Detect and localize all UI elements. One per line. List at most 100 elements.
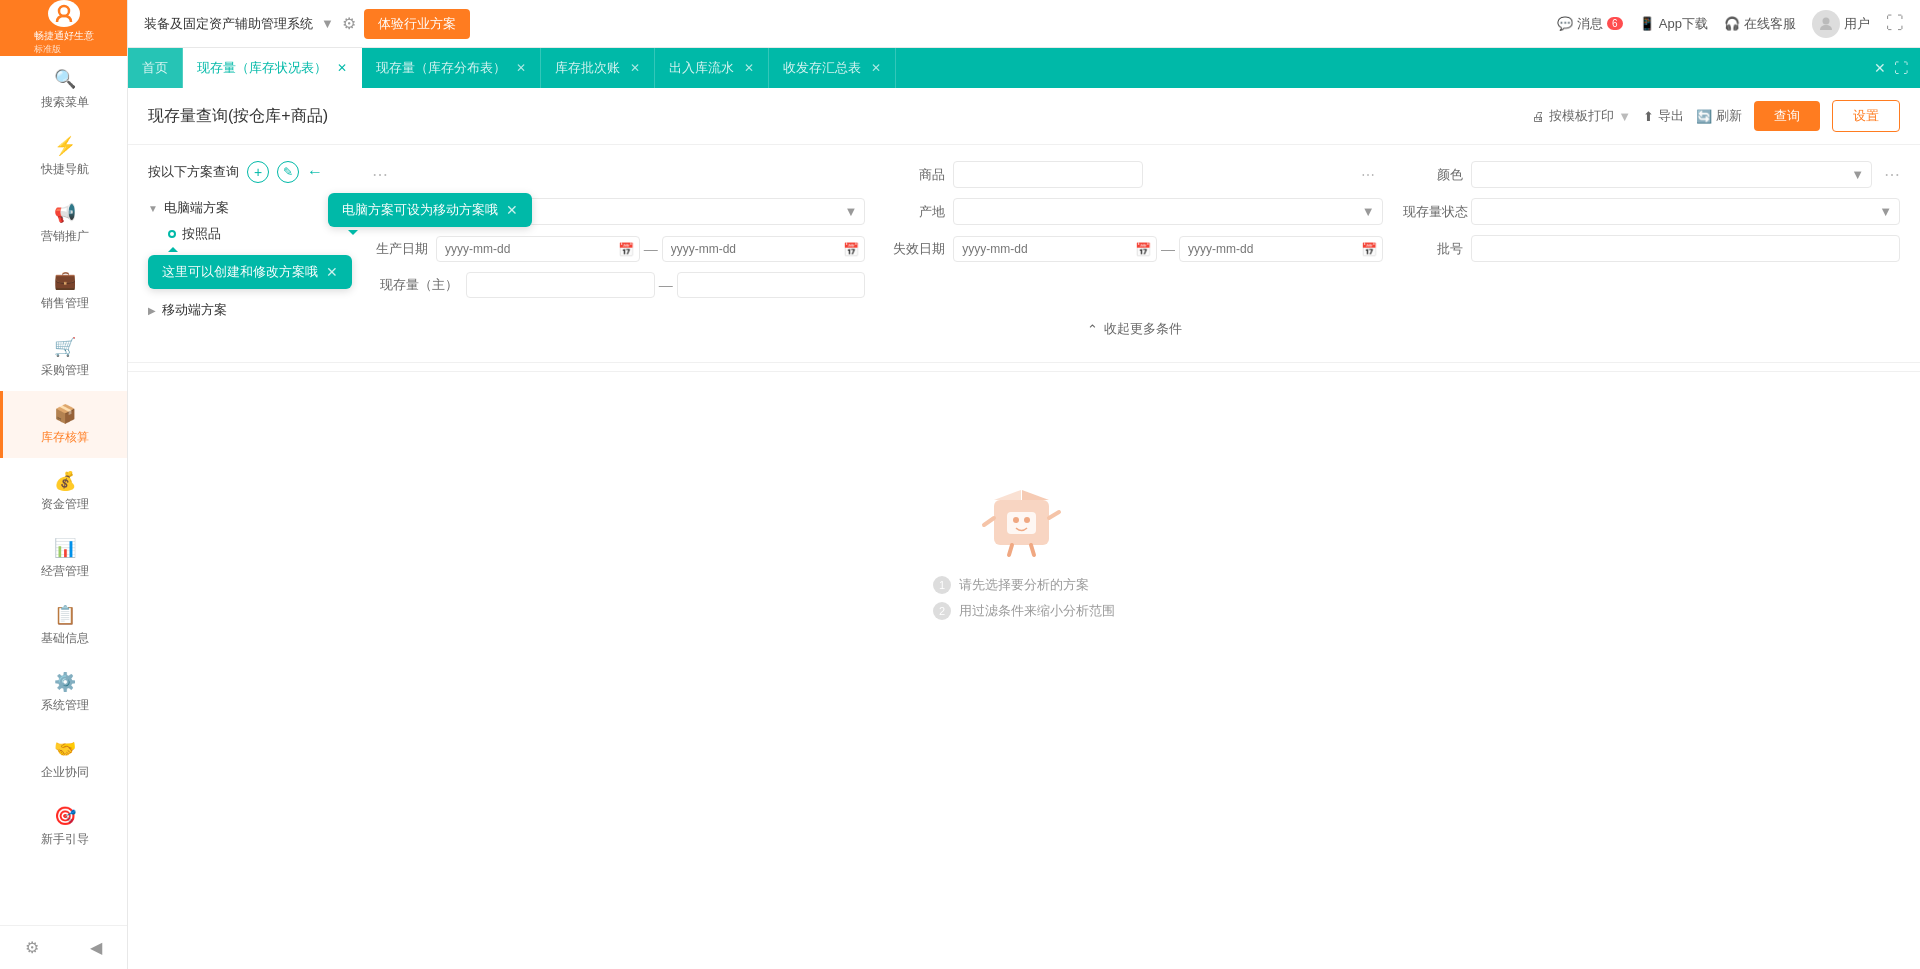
quick-icon: ⚡ bbox=[54, 135, 76, 157]
sidebar-item-marketing[interactable]: 📢 营销推广 bbox=[0, 190, 127, 257]
color-dots-icon[interactable]: ⋯ bbox=[1884, 165, 1900, 184]
collapse-area: ⌃ 收起更多条件 bbox=[368, 308, 1900, 346]
dots-icon-1[interactable]: ⋯ bbox=[372, 165, 388, 184]
header-settings-icon[interactable]: ⚙ bbox=[342, 14, 356, 33]
sidebar-logo: 畅捷通好生意 标准版 bbox=[0, 0, 127, 56]
hint-num-2: 2 bbox=[933, 602, 951, 620]
scheme-dot bbox=[168, 230, 176, 238]
scheme-item-按照品[interactable]: 按照品 bbox=[168, 221, 348, 247]
batch-no-input[interactable] bbox=[1471, 235, 1900, 262]
tab-inventory-dist-label: 现存量（库存分布表） bbox=[376, 59, 506, 77]
expire-date-range: 📅 — 📅 bbox=[953, 236, 1382, 262]
stock-qty-from[interactable] bbox=[466, 272, 655, 298]
produce-date-from[interactable] bbox=[436, 236, 640, 262]
origin-label: 产地 bbox=[885, 203, 945, 221]
goods-label: 商品 bbox=[885, 166, 945, 184]
filter-stock-qty: 现存量（主） — bbox=[368, 272, 865, 298]
maximize-icon[interactable]: ⛶ bbox=[1886, 13, 1904, 34]
stock-qty-to[interactable] bbox=[677, 272, 866, 298]
print-label: 按模板打印 bbox=[1549, 107, 1614, 125]
expire-date-to-icon: 📅 bbox=[1361, 241, 1377, 256]
app-download-action[interactable]: 📱 App下载 bbox=[1639, 15, 1708, 33]
phone-icon: 📱 bbox=[1639, 16, 1655, 31]
tab-home-label: 首页 bbox=[142, 59, 168, 77]
sidebar-item-purchase[interactable]: 🛒 采购管理 bbox=[0, 324, 127, 391]
tab-summary[interactable]: 收发存汇总表 ✕ bbox=[769, 48, 896, 88]
expire-date-sep: — bbox=[1161, 241, 1175, 257]
tooltip2-close-btn[interactable]: ✕ bbox=[326, 264, 338, 280]
system-dropdown-btn[interactable]: ▼ bbox=[321, 16, 334, 31]
scheme-tree: ▼ 电脑端方案 按照品 这里可以创建和修改 bbox=[148, 195, 348, 323]
support-action[interactable]: 🎧 在线客服 bbox=[1724, 15, 1796, 33]
user-label: 用户 bbox=[1844, 15, 1870, 33]
export-icon: ⬆ bbox=[1643, 109, 1654, 124]
edit-scheme-btn[interactable]: ✎ bbox=[277, 161, 299, 183]
message-label: 消息 bbox=[1577, 15, 1603, 33]
expire-date-to[interactable] bbox=[1179, 236, 1383, 262]
origin-select[interactable] bbox=[953, 198, 1382, 225]
filter-stock-status: 现存量状态 ▼ bbox=[1403, 198, 1900, 225]
tab-inventory-status[interactable]: 现存量（库存状况表） ✕ bbox=[183, 48, 362, 88]
tab-batch[interactable]: 库存批次账 ✕ bbox=[541, 48, 655, 88]
sidebar-item-label: 采购管理 bbox=[41, 362, 89, 379]
tab-inventory-dist[interactable]: 现存量（库存分布表） ✕ bbox=[362, 48, 541, 88]
set-btn[interactable]: 设置 bbox=[1832, 100, 1900, 132]
system-name: 装备及固定资产辅助管理系统 bbox=[144, 15, 313, 33]
tab-expand-btn[interactable]: ⛶ bbox=[1894, 60, 1908, 76]
produce-date-to[interactable] bbox=[662, 236, 866, 262]
sidebar-item-guide[interactable]: 🎯 新手引导 bbox=[0, 793, 127, 860]
refresh-btn[interactable]: 🔄 刷新 bbox=[1696, 107, 1742, 125]
filter-row-4: 现存量（主） — bbox=[368, 272, 1900, 298]
expire-date-from[interactable] bbox=[953, 236, 1157, 262]
sidebar-item-basic[interactable]: 📋 基础信息 bbox=[0, 592, 127, 659]
sidebar-item-operations[interactable]: 📊 经营管理 bbox=[0, 525, 127, 592]
collapse-btn[interactable]: ⌃ 收起更多条件 bbox=[368, 312, 1900, 342]
goods-input[interactable] bbox=[953, 161, 1143, 188]
sidebar-item-sales[interactable]: 💼 销售管理 bbox=[0, 257, 127, 324]
svg-point-1 bbox=[1823, 17, 1830, 24]
tab-home[interactable]: 首页 bbox=[128, 48, 183, 88]
color-select[interactable] bbox=[1471, 161, 1872, 188]
collapse-up-icon: ⌃ bbox=[1087, 322, 1098, 337]
add-scheme-btn[interactable]: + bbox=[247, 161, 269, 183]
scheme-mobile-group[interactable]: ▶ 移动端方案 bbox=[148, 297, 348, 323]
tab-close-all-btn[interactable]: ✕ bbox=[1874, 60, 1886, 76]
filter-arrow-btn[interactable]: ← bbox=[307, 163, 323, 181]
support-label: 在线客服 bbox=[1744, 15, 1796, 33]
sidebar-item-finance[interactable]: 💰 资金管理 bbox=[0, 458, 127, 525]
origin-select-wrap: ▼ bbox=[953, 198, 1382, 225]
page-header: 现存量查询(按仓库+商品) 🖨 按模板打印 ▼ ⬆ 导出 🔄 刷新 bbox=[128, 88, 1920, 145]
sidebar-item-search[interactable]: 🔍 搜索菜单 bbox=[0, 56, 127, 123]
tab-summary-close[interactable]: ✕ bbox=[871, 61, 881, 75]
tab-inventory-status-close[interactable]: ✕ bbox=[337, 61, 347, 75]
mobile-group-arrow: ▶ bbox=[148, 305, 156, 316]
system-icon: ⚙️ bbox=[54, 671, 76, 693]
sidebar-settings-btn[interactable]: ⚙ bbox=[25, 938, 39, 957]
empty-hints: 1 请先选择要分析的方案 2 用过滤条件来缩小分析范围 bbox=[933, 576, 1115, 620]
message-action[interactable]: 💬 消息 6 bbox=[1557, 15, 1623, 33]
sidebar-collapse-btn[interactable]: ◀ bbox=[90, 938, 102, 957]
search-icon: 🔍 bbox=[54, 68, 76, 90]
tab-batch-close[interactable]: ✕ bbox=[630, 61, 640, 75]
print-btn[interactable]: 🖨 按模板打印 ▼ bbox=[1532, 107, 1631, 125]
filter-row4-col2 bbox=[885, 272, 1382, 298]
export-btn[interactable]: ⬆ 导出 bbox=[1643, 107, 1684, 125]
refresh-label: 刷新 bbox=[1716, 107, 1742, 125]
tooltip1-close-btn[interactable]: ✕ bbox=[506, 202, 518, 218]
industry-btn[interactable]: 体验行业方案 bbox=[364, 9, 470, 39]
sidebar-item-quick[interactable]: ⚡ 快捷导航 bbox=[0, 123, 127, 190]
top-header: 装备及固定资产辅助管理系统 ▼ ⚙ 体验行业方案 💬 消息 6 📱 App下载 … bbox=[128, 0, 1920, 48]
stock-qty-sep: — bbox=[659, 277, 673, 293]
stock-status-select[interactable] bbox=[1471, 198, 1900, 225]
content-area: 现存量查询(按仓库+商品) 🖨 按模板打印 ▼ ⬆ 导出 🔄 刷新 bbox=[128, 88, 1920, 969]
sidebar-item-inventory[interactable]: 📦 库存核算 bbox=[0, 391, 127, 458]
sidebar-item-label: 经营管理 bbox=[41, 563, 89, 580]
tab-inventory-dist-close[interactable]: ✕ bbox=[516, 61, 526, 75]
tab-inout[interactable]: 出入库流水 ✕ bbox=[655, 48, 769, 88]
sidebar-item-enterprise[interactable]: 🤝 企业协同 bbox=[0, 726, 127, 793]
query-btn[interactable]: 查询 bbox=[1754, 101, 1820, 131]
scheme-desktop-group[interactable]: ▼ 电脑端方案 bbox=[148, 195, 348, 221]
user-action[interactable]: 用户 bbox=[1812, 10, 1870, 38]
tab-inout-close[interactable]: ✕ bbox=[744, 61, 754, 75]
sidebar-item-system[interactable]: ⚙️ 系统管理 bbox=[0, 659, 127, 726]
